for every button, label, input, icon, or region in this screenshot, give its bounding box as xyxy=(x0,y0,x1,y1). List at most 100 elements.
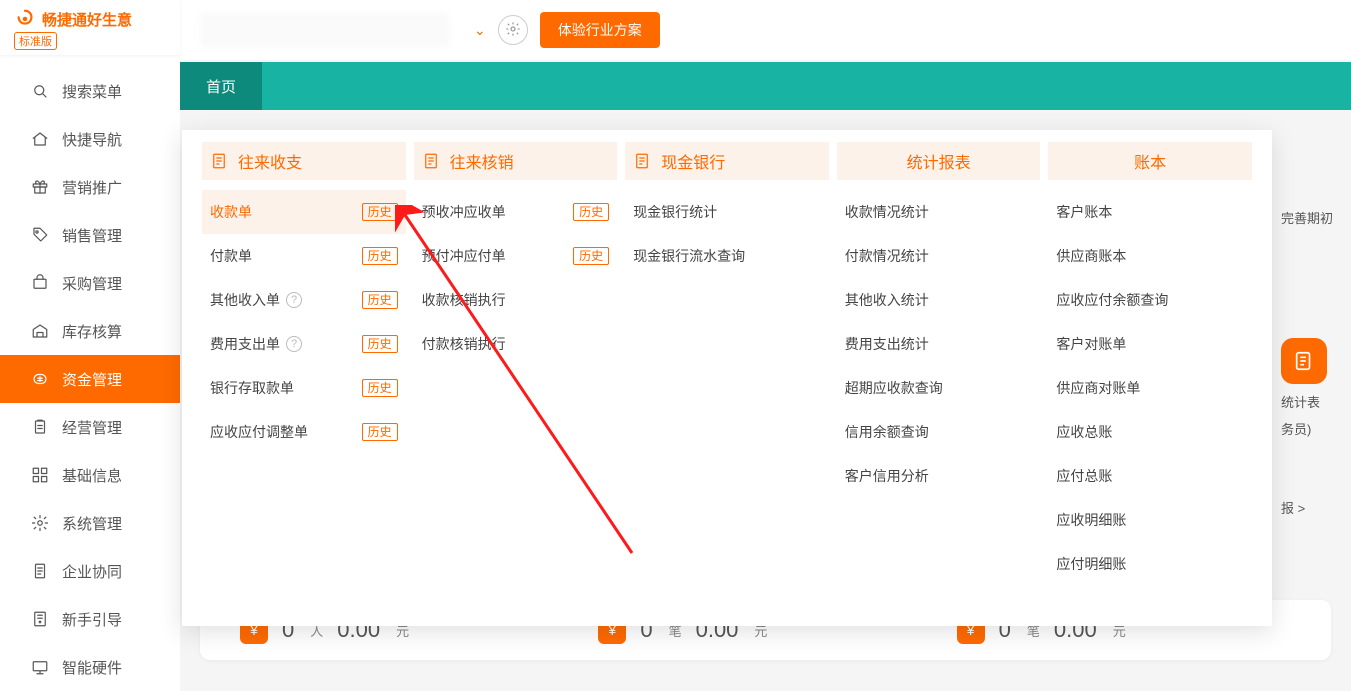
mega-item[interactable]: 应付明细账 xyxy=(1048,542,1252,586)
mega-item-label: 其他收入单 xyxy=(210,290,280,310)
quick-action-icon[interactable] xyxy=(1281,338,1327,384)
home-icon xyxy=(30,129,50,149)
history-tag[interactable]: 历史 xyxy=(362,203,398,221)
mega-column-header: 账本 xyxy=(1048,142,1252,180)
mega-item-label: 供应商对账单 xyxy=(1056,378,1140,398)
mega-item[interactable]: 客户对账单 xyxy=(1048,322,1252,366)
mega-item-label: 客户对账单 xyxy=(1056,334,1126,354)
sidebar-item-quicknav[interactable]: 快捷导航 xyxy=(0,115,180,163)
sidebar-item-purchase[interactable]: 采购管理 xyxy=(0,259,180,307)
mega-item[interactable]: 应收应付余额查询 xyxy=(1048,278,1252,322)
mega-item[interactable]: 供应商账本 xyxy=(1048,234,1252,278)
hint-text: 务员) xyxy=(1281,419,1351,438)
mega-item-label: 付款情况统计 xyxy=(845,246,929,266)
mega-item[interactable]: 付款核销执行 xyxy=(414,322,618,366)
sidebar-item-inventory[interactable]: 库存核算 xyxy=(0,307,180,355)
history-tag[interactable]: 历史 xyxy=(573,247,609,265)
mega-header-text: 统计报表 xyxy=(907,149,971,173)
mega-item[interactable]: 客户信用分析 xyxy=(837,454,1041,498)
mega-item[interactable]: 信用余额查询 xyxy=(837,410,1041,454)
mega-header-text: 账本 xyxy=(1134,149,1166,173)
sidebar-item-business[interactable]: 经营管理 xyxy=(0,403,180,451)
sidebar-item-label: 资金管理 xyxy=(62,369,122,390)
sidebar-item-collab[interactable]: 企业协同 xyxy=(0,547,180,595)
mega-item[interactable]: 收款核销执行 xyxy=(414,278,618,322)
search-icon xyxy=(30,81,50,101)
header: ⌄ 体验行业方案 xyxy=(180,0,1351,60)
mega-item[interactable]: 预收冲应收单 历史 xyxy=(414,190,618,234)
mega-column: 往来核销预收冲应收单历史预付冲应付单历史收款核销执行付款核销执行 xyxy=(414,142,618,586)
history-tag[interactable]: 历史 xyxy=(362,423,398,441)
logo-area: 畅捷通好生意 标准版 xyxy=(0,0,180,55)
sidebar-item-sales[interactable]: 销售管理 xyxy=(0,211,180,259)
sidebar-item-marketing[interactable]: 营销推广 xyxy=(0,163,180,211)
mega-item[interactable]: 银行存取款单 历史 xyxy=(202,366,406,410)
mega-item-label: 应收应付调整单 xyxy=(210,422,308,442)
mega-item[interactable]: 费用支出统计 xyxy=(837,322,1041,366)
cart-icon xyxy=(30,273,50,293)
mega-item[interactable]: 其他收入统计 xyxy=(837,278,1041,322)
industry-plan-button[interactable]: 体验行业方案 xyxy=(540,12,660,48)
mega-item[interactable]: 现金银行流水查询 xyxy=(625,234,829,278)
clipboard-icon xyxy=(30,417,50,437)
warehouse-icon xyxy=(30,321,50,341)
mega-item[interactable]: 客户账本 xyxy=(1048,190,1252,234)
sidebar-item-hardware[interactable]: 智能硬件 xyxy=(0,643,180,691)
mega-item[interactable]: 现金银行统计 xyxy=(625,190,829,234)
mega-item-label: 费用支出统计 xyxy=(845,334,929,354)
history-tag[interactable]: 历史 xyxy=(362,379,398,397)
sidebar-item-label: 智能硬件 xyxy=(62,657,122,678)
money-icon xyxy=(30,369,50,389)
settings-button[interactable] xyxy=(498,15,528,45)
mega-item-label: 收款情况统计 xyxy=(845,202,929,222)
sidebar-item-system[interactable]: 系统管理 xyxy=(0,499,180,547)
sidebar-item-label: 企业协同 xyxy=(62,561,122,582)
mega-item-label: 应收应付余额查询 xyxy=(1056,290,1168,310)
mega-item-label: 预收冲应收单 xyxy=(422,202,506,222)
mega-column-header: 往来核销 xyxy=(414,142,618,180)
sidebar-item-basedata[interactable]: 基础信息 xyxy=(0,451,180,499)
tab-label: 首页 xyxy=(206,76,236,97)
gear-icon xyxy=(30,513,50,533)
mega-item[interactable]: 应收明细账 xyxy=(1048,498,1252,542)
sidebar-item-label: 经营管理 xyxy=(62,417,122,438)
mega-item-label: 超期应收款查询 xyxy=(845,378,943,398)
sidebar-item-guide[interactable]: 新手引导 xyxy=(0,595,180,643)
history-tag[interactable]: 历史 xyxy=(362,247,398,265)
tab-home[interactable]: 首页 xyxy=(180,62,262,110)
mega-item[interactable]: 应收总账 xyxy=(1048,410,1252,454)
mega-item[interactable]: 应收应付调整单 历史 xyxy=(202,410,406,454)
mega-item-label: 客户信用分析 xyxy=(845,466,929,486)
history-tag[interactable]: 历史 xyxy=(362,335,398,353)
history-tag[interactable]: 历史 xyxy=(362,291,398,309)
mega-item-label: 银行存取款单 xyxy=(210,378,294,398)
mega-item[interactable]: 付款情况统计 xyxy=(837,234,1041,278)
sidebar-item-label: 新手引导 xyxy=(62,609,122,630)
gear-icon xyxy=(505,21,521,40)
sidebar-item-funds[interactable]: 资金管理 xyxy=(0,355,180,403)
sidebar-item-label: 系统管理 xyxy=(62,513,122,534)
history-tag[interactable]: 历史 xyxy=(573,203,609,221)
company-selector[interactable] xyxy=(200,13,450,47)
mega-item-label: 应付明细账 xyxy=(1056,554,1126,574)
document-icon xyxy=(422,152,440,170)
mega-item[interactable]: 预付冲应付单历史 xyxy=(414,234,618,278)
mega-item[interactable]: 付款单历史 xyxy=(202,234,406,278)
mega-item[interactable]: 其他收入单? 历史 xyxy=(202,278,406,322)
company-name xyxy=(212,20,226,40)
mega-item[interactable]: 收款情况统计 xyxy=(837,190,1041,234)
mega-item[interactable]: 供应商对账单 xyxy=(1048,366,1252,410)
mega-item-label: 应收明细账 xyxy=(1056,510,1126,530)
nav: 搜索菜单快捷导航营销推广销售管理采购管理库存核算资金管理经营管理基础信息系统管理… xyxy=(0,55,180,691)
mega-item[interactable]: 收款单历史 xyxy=(202,190,406,234)
mega-item-label: 应收总账 xyxy=(1056,422,1112,442)
chevron-down-icon[interactable]: ⌄ xyxy=(474,22,486,39)
sidebar-item-search[interactable]: 搜索菜单 xyxy=(0,67,180,115)
mega-item[interactable]: 超期应收款查询 xyxy=(837,366,1041,410)
help-icon[interactable]: ? xyxy=(286,336,302,352)
mega-item[interactable]: 应付总账 xyxy=(1048,454,1252,498)
help-icon[interactable]: ? xyxy=(286,292,302,308)
sidebar-item-label: 搜索菜单 xyxy=(62,81,122,102)
mega-item[interactable]: 费用支出单?历史 xyxy=(202,322,406,366)
sidebar-item-label: 基础信息 xyxy=(62,465,122,486)
